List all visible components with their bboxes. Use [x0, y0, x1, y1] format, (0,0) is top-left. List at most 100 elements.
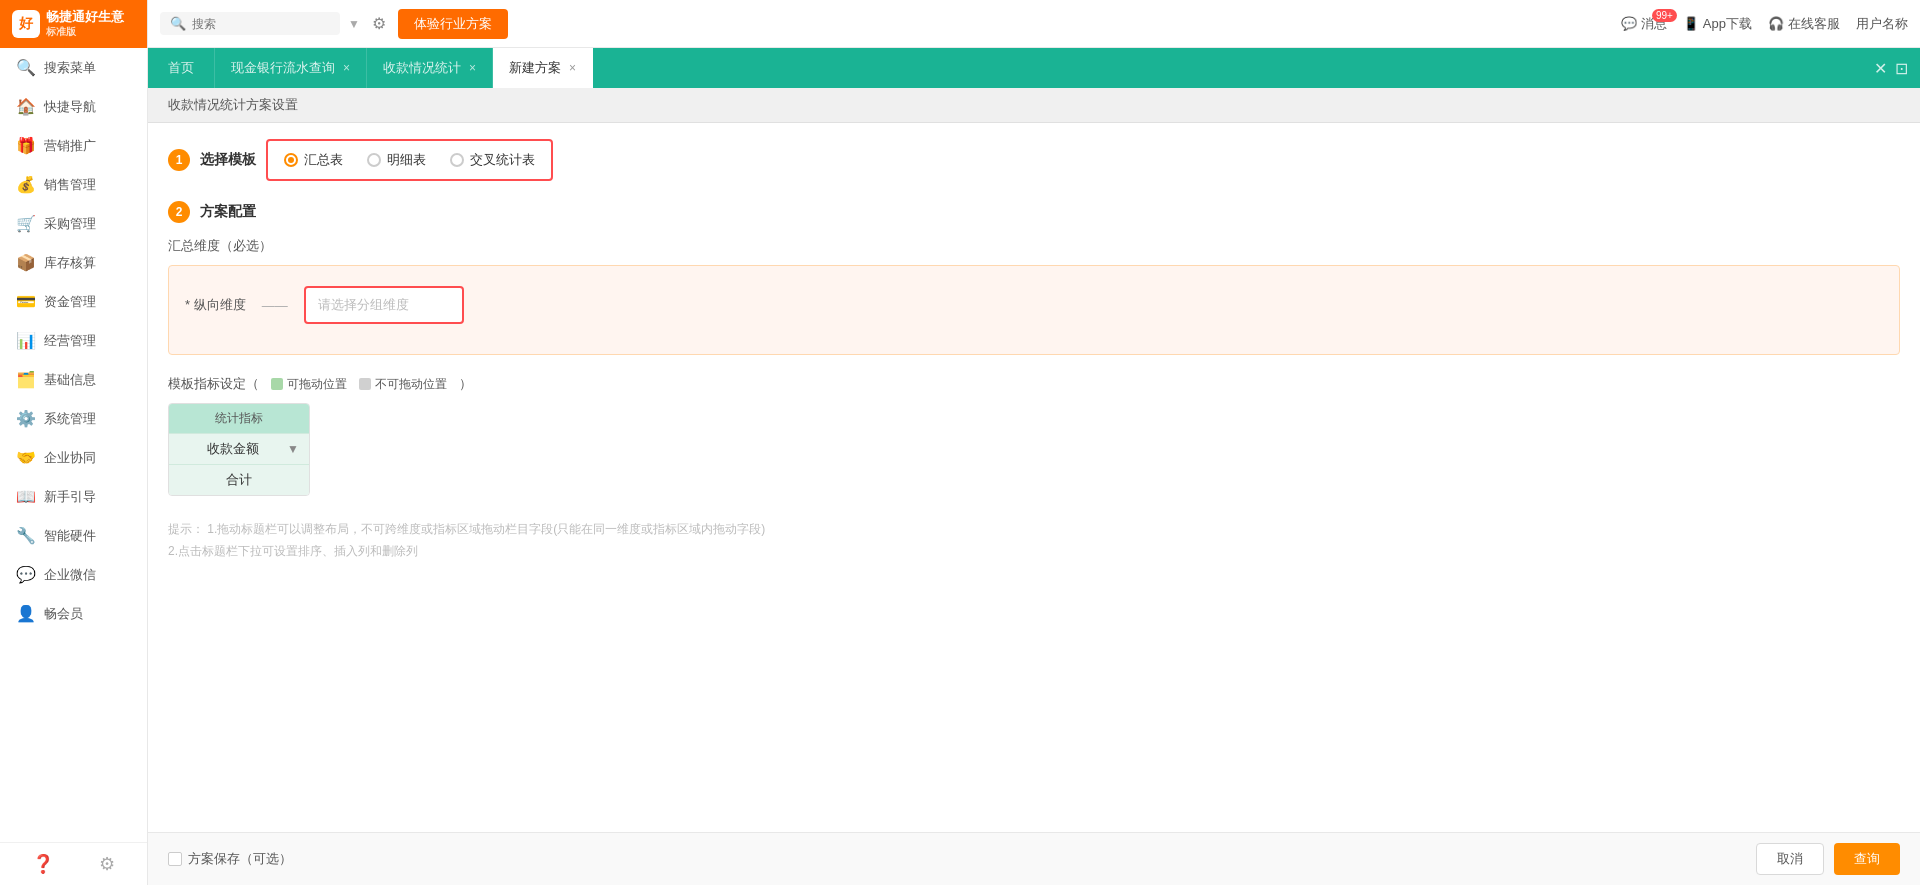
topbar-service[interactable]: 🎧 在线客服: [1768, 15, 1840, 33]
gear-icon: ⚙️: [16, 409, 36, 428]
sidebar: 好 畅捷通好生意 标准版 🔍 搜索菜单 🏠 快捷导航 🎁 营销推广 💰 销售管理…: [0, 0, 148, 885]
sidebar-label-quicknav: 快捷导航: [44, 98, 96, 116]
sidebar-item-basic[interactable]: 🗂️ 基础信息: [0, 360, 147, 399]
sidebar-label-inventory: 库存核算: [44, 254, 96, 272]
box-icon: 📦: [16, 253, 36, 272]
dimension-selector[interactable]: 请选择分组维度: [304, 286, 464, 324]
radio-summary[interactable]: 汇总表: [284, 151, 343, 169]
sidebar-label-guide: 新手引导: [44, 488, 96, 506]
step1-badge: 1: [168, 149, 190, 171]
nodraggable-indicator: 不可拖动位置: [359, 376, 447, 393]
sidebar-item-operation[interactable]: 📊 经营管理: [0, 321, 147, 360]
logo-text: 畅捷通好生意: [46, 9, 124, 25]
settings-icon[interactable]: ⚙: [99, 853, 115, 875]
service-icon: 🎧: [1768, 16, 1784, 31]
topbar-user[interactable]: 用户名称: [1856, 15, 1908, 33]
tab-close-bank[interactable]: ×: [343, 61, 350, 75]
sidebar-label-operation: 经营管理: [44, 332, 96, 350]
vertical-dimension-label: * 纵向维度: [185, 296, 246, 314]
sidebar-label-sales: 销售管理: [44, 176, 96, 194]
tabbar: 首页 现金银行流水查询 × 收款情况统计 × 新建方案 × ✕ ⊡: [148, 48, 1920, 88]
logo-icon: 好: [12, 10, 40, 38]
sidebar-item-system[interactable]: ⚙️ 系统管理: [0, 399, 147, 438]
sidebar-item-inventory[interactable]: 📦 库存核算: [0, 243, 147, 282]
trial-button[interactable]: 体验行业方案: [398, 9, 508, 39]
topbar-gear-icon[interactable]: ⚙: [372, 14, 386, 33]
sidebar-item-guide[interactable]: 📖 新手引导: [0, 477, 147, 516]
dimension-area: * 纵向维度 —— 请选择分组维度: [168, 265, 1900, 355]
step1-header: 1 选择模板 汇总表 明细表 交: [168, 139, 1900, 181]
message-icon: 💬: [1621, 16, 1637, 31]
hint-2: 2.点击标题栏下拉可设置排序、插入列和删除列: [168, 541, 1900, 563]
cart-icon: 🛒: [16, 214, 36, 233]
money-icon: 💰: [16, 175, 36, 194]
radio-cross-circle: [450, 153, 464, 167]
help-icon[interactable]: ❓: [32, 853, 54, 875]
maximize-window-icon[interactable]: ⊡: [1895, 59, 1908, 78]
home-icon: 🏠: [16, 97, 36, 116]
page-breadcrumb: 收款情况统计方案设置: [148, 88, 1920, 123]
topbar-search-input[interactable]: [192, 17, 312, 31]
download-icon: 📱: [1683, 16, 1699, 31]
topbar: 🔍 ▼ ⚙ 体验行业方案 💬 消息 99+ 📱 App下载 🎧 在线客服 用户名…: [148, 0, 1920, 48]
sidebar-item-collab[interactable]: 🤝 企业协同: [0, 438, 147, 477]
card-icon: 💳: [16, 292, 36, 311]
metrics-total: 合计: [169, 464, 309, 495]
tab-home[interactable]: 首页: [148, 48, 215, 88]
step2-header: 2 方案配置: [168, 201, 1900, 223]
topbar-badge: 99+: [1652, 9, 1677, 22]
tab-bank[interactable]: 现金银行流水查询 ×: [215, 48, 367, 88]
save-checkbox[interactable]: [168, 852, 182, 866]
metrics-section: 模板指标设定（ 可拖动位置 不可拖动位置 ） 统计指标: [168, 375, 1900, 499]
hint-1: 提示： 1.拖动标题栏可以调整布局，不可跨维度或指标区域拖动栏目字段(只能在同一…: [168, 519, 1900, 541]
query-button[interactable]: 查询: [1834, 843, 1900, 875]
sidebar-item-finance[interactable]: 💳 资金管理: [0, 282, 147, 321]
sidebar-label-basic: 基础信息: [44, 371, 96, 389]
user-icon: 👤: [16, 604, 36, 623]
topbar-dropdown-arrow[interactable]: ▼: [348, 17, 360, 31]
handshake-icon: 🤝: [16, 448, 36, 467]
sidebar-item-marketing[interactable]: 🎁 营销推广: [0, 126, 147, 165]
chat-icon: 💬: [16, 565, 36, 584]
topbar-message[interactable]: 💬 消息 99+: [1621, 15, 1667, 33]
sidebar-item-member[interactable]: 👤 畅会员: [0, 594, 147, 633]
radio-detail[interactable]: 明细表: [367, 151, 426, 169]
tab-new[interactable]: 新建方案 ×: [493, 48, 593, 88]
tab-close-new[interactable]: ×: [569, 61, 576, 75]
sidebar-item-hardware[interactable]: 🔧 智能硬件: [0, 516, 147, 555]
topbar-search-box[interactable]: 🔍: [160, 12, 340, 35]
step2-title: 方案配置: [200, 203, 256, 221]
template-options: 汇总表 明细表 交叉统计表: [266, 139, 553, 181]
sidebar-label-wechat: 企业微信: [44, 566, 96, 584]
radio-detail-circle: [367, 153, 381, 167]
page-body: 1 选择模板 汇总表 明细表 交: [148, 123, 1920, 832]
tab-close-stats[interactable]: ×: [469, 61, 476, 75]
sidebar-item-search[interactable]: 🔍 搜索菜单: [0, 48, 147, 87]
sidebar-label-marketing: 营销推广: [44, 137, 96, 155]
step2-badge: 2: [168, 201, 190, 223]
sidebar-item-purchase[interactable]: 🛒 采购管理: [0, 204, 147, 243]
dimension-label: 汇总维度（必选）: [168, 237, 1900, 255]
topbar-download[interactable]: 📱 App下载: [1683, 15, 1752, 33]
cancel-button[interactable]: 取消: [1756, 843, 1824, 875]
dimension-placeholder: 请选择分组维度: [318, 296, 409, 314]
tab-stats[interactable]: 收款情况统计 ×: [367, 48, 493, 88]
logo-sub: 标准版: [46, 25, 124, 39]
tabbar-window-controls: ✕ ⊡: [1874, 59, 1920, 78]
page-content: 收款情况统计方案设置 1 选择模板 汇总表 明细表: [148, 88, 1920, 885]
metrics-cell-dropdown-icon[interactable]: ▼: [287, 442, 299, 456]
step1-section: 1 选择模板 汇总表 明细表 交: [168, 139, 1900, 181]
step2-section: 2 方案配置 汇总维度（必选） * 纵向维度 —— 请选择分组维度: [168, 201, 1900, 562]
sidebar-label-collab: 企业协同: [44, 449, 96, 467]
sidebar-item-wechat[interactable]: 💬 企业微信: [0, 555, 147, 594]
sidebar-label-finance: 资金管理: [44, 293, 96, 311]
sidebar-bottom: ❓ ⚙: [0, 842, 147, 885]
save-option[interactable]: 方案保存（可选）: [168, 850, 292, 868]
sidebar-item-quicknav[interactable]: 🏠 快捷导航: [0, 87, 147, 126]
sidebar-item-sales[interactable]: 💰 销售管理: [0, 165, 147, 204]
radio-cross[interactable]: 交叉统计表: [450, 151, 535, 169]
radio-summary-circle: [284, 153, 298, 167]
search-icon: 🔍: [16, 58, 36, 77]
close-window-icon[interactable]: ✕: [1874, 59, 1887, 78]
metrics-cell-amount[interactable]: 收款金额 ▼: [169, 433, 309, 464]
